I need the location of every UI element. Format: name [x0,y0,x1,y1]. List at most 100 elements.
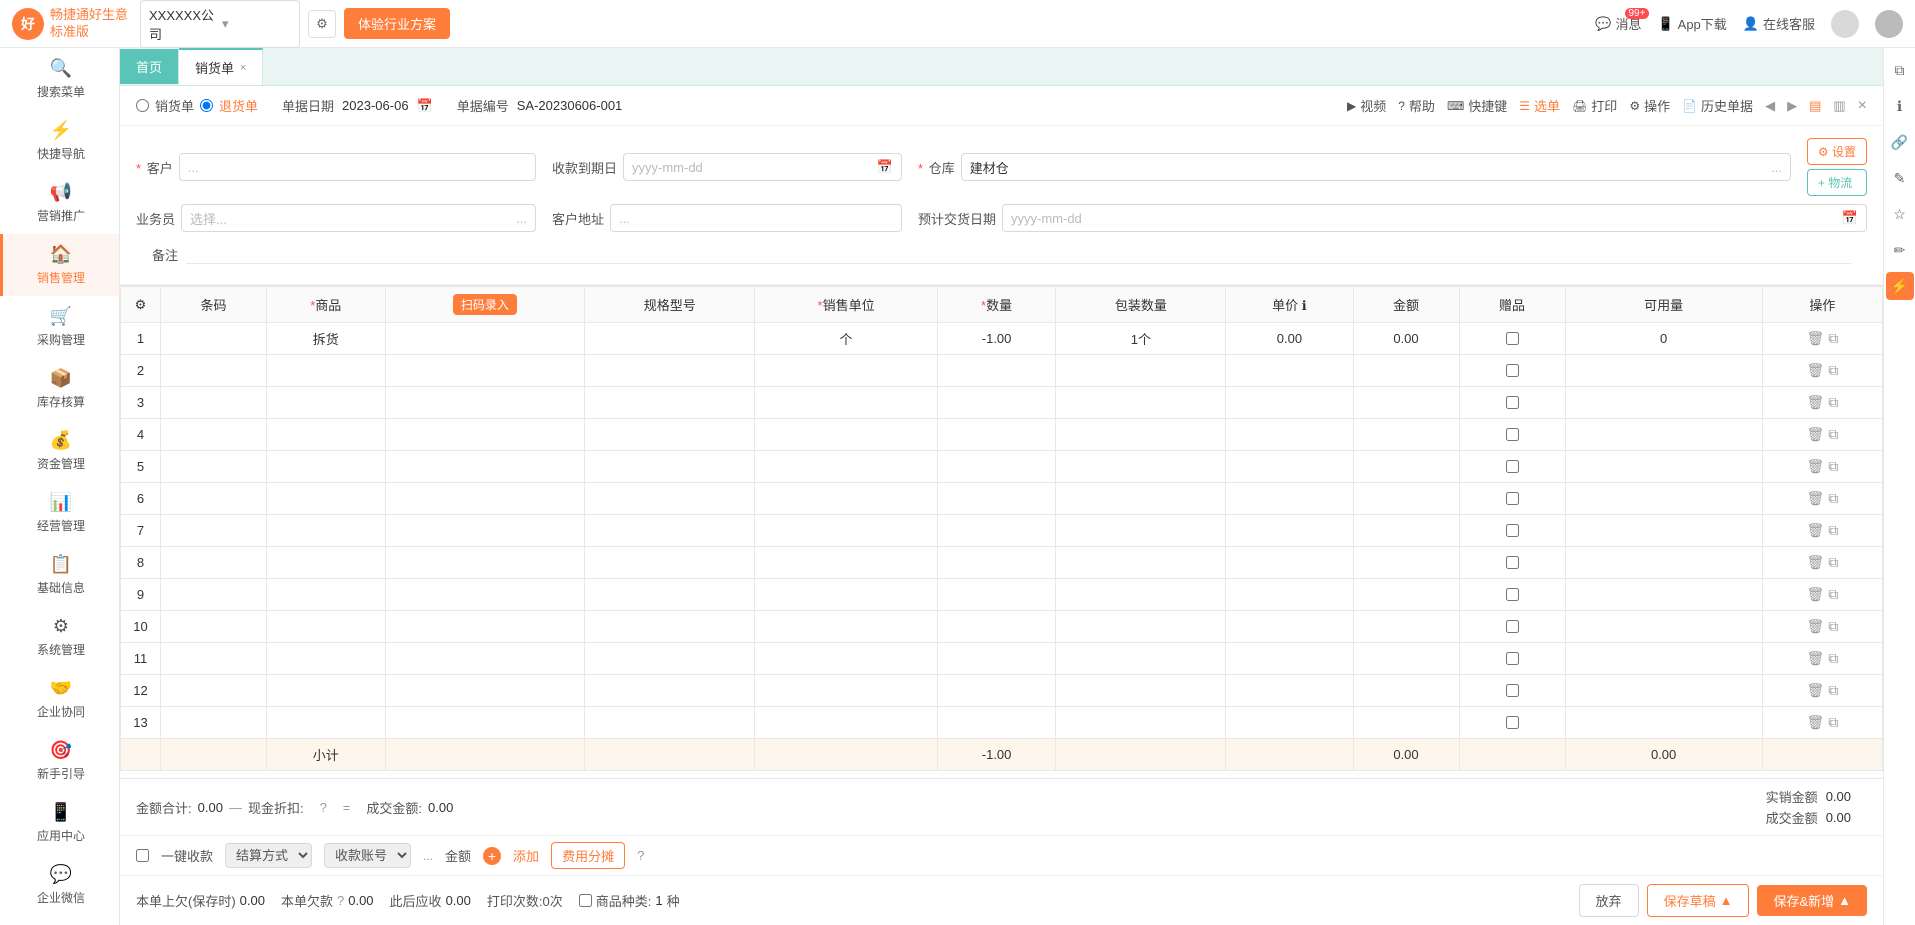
settings-button[interactable]: ⚙ [308,10,336,38]
copy-icon[interactable]: ⧉ [1828,394,1838,411]
delete-icon[interactable]: 🗑 [1806,714,1824,731]
delete-icon[interactable]: 🗑 [1806,426,1824,443]
right-active-icon[interactable]: ⚡ [1886,272,1914,300]
sidebar-item-basic[interactable]: 📋 基础信息 [0,544,119,606]
notification-button[interactable]: 💬 消息 99+ [1595,14,1641,33]
tab-close-icon[interactable]: × [240,62,246,74]
sidebar-item-operations[interactable]: 📊 经营管理 [0,482,119,544]
form-close-button[interactable]: × [1858,97,1867,115]
delete-icon[interactable]: 🗑 [1806,618,1824,635]
sidebar-item-quick-nav[interactable]: ⚡ 快捷导航 [0,110,119,172]
expense-button[interactable]: 费用分摊 [551,842,625,869]
copy-icon[interactable]: ⧉ [1828,682,1838,699]
select-btn[interactable]: ☰ 选单 [1519,96,1560,115]
warehouse-input[interactable]: 建材仓 ... [961,153,1791,181]
delete-icon[interactable]: 🗑 [1806,458,1824,475]
gift-checkbox-1[interactable] [1506,332,1519,345]
help-icon[interactable]: ? [320,800,327,815]
video-btn[interactable]: ▶ 视频 [1347,96,1386,115]
sidebar-item-system[interactable]: ⚙ 系统管理 [0,606,119,668]
online-support-button[interactable]: 👤 在线客服 [1743,14,1815,33]
sidebar-item-vip[interactable]: 🏅 畅会员 [0,916,119,925]
product-type-checkbox[interactable] [579,894,592,907]
copy-icon[interactable]: ⧉ [1828,714,1838,731]
pkg-qty-1[interactable]: 1个 [1056,323,1226,355]
price-1[interactable]: 0.00 [1226,323,1353,355]
copy-icon[interactable]: ⧉ [1828,362,1838,379]
delivery-date-input[interactable]: yyyy-mm-dd 📅 [1002,204,1867,232]
settlement-method-select[interactable]: 结算方式 [225,843,312,868]
delete-icon[interactable]: 🗑 [1806,362,1824,379]
save-draft-button[interactable]: 保存草稿 ▲ [1647,884,1750,917]
delete-icon[interactable]: 🗑 [1806,522,1824,539]
add-payment-button[interactable]: + [483,847,501,865]
copy-icon-1[interactable]: ⧉ [1828,330,1838,347]
save-new-button[interactable]: 保存&新增 ▲ [1757,885,1867,916]
delete-icon[interactable]: 🗑 [1806,394,1824,411]
logistics-button[interactable]: + 物流 [1807,169,1867,196]
spec-1[interactable] [585,323,755,355]
copy-icon[interactable]: ⧉ [1828,522,1838,539]
sidebar-item-enterprise[interactable]: 🤝 企业协同 [0,668,119,730]
barcode-1[interactable] [161,323,267,355]
right-edit-icon[interactable]: ✎ [1886,164,1914,192]
right-copy-icon[interactable]: ⧉ [1886,56,1914,84]
customer-input[interactable]: ... [179,153,536,181]
avatar[interactable] [1831,10,1859,38]
help-btn[interactable]: ? 帮助 [1398,96,1435,115]
sales-order-radio[interactable] [136,99,149,112]
copy-icon[interactable]: ⧉ [1828,554,1838,571]
grid-view-icon[interactable]: ▤ [1809,98,1821,114]
trial-button[interactable]: 体验行业方案 [344,8,450,39]
sidebar-item-finance[interactable]: 💰 资金管理 [0,420,119,482]
delete-icon[interactable]: 🗑 [1806,650,1824,667]
sidebar-item-inventory[interactable]: 📦 库存核算 [0,358,119,420]
delete-icon[interactable]: 🗑 [1806,682,1824,699]
list-view-icon[interactable]: ▥ [1833,98,1845,114]
tab-home[interactable]: 首页 [120,49,179,84]
discard-button[interactable]: 放弃 [1579,884,1639,917]
right-star-icon[interactable]: ☆ [1886,200,1914,228]
copy-icon[interactable]: ⧉ [1828,426,1838,443]
expense-help-icon[interactable]: ? [637,848,644,863]
delete-icon[interactable]: 🗑 [1806,586,1824,603]
th-settings[interactable]: ⚙ [121,287,161,323]
copy-icon[interactable]: ⧉ [1828,586,1838,603]
next-icon[interactable]: ▶ [1787,98,1797,114]
sidebar-item-purchase[interactable]: 🛒 采购管理 [0,296,119,358]
delete-icon[interactable]: 🗑 [1806,490,1824,507]
customer-address-input[interactable]: ... [610,204,902,232]
history-btn[interactable]: 📄 历史单据 [1682,96,1753,115]
help-icon2[interactable]: ? [337,893,344,908]
sidebar-item-search[interactable]: 🔍 搜索菜单 [0,48,119,110]
app-download-button[interactable]: 📱 App下载 [1657,14,1726,33]
return-order-radio[interactable] [200,99,213,112]
payment-due-input[interactable]: yyyy-mm-dd 📅 [623,153,902,181]
amount-1[interactable]: 0.00 [1353,323,1459,355]
sidebar-item-sales[interactable]: 🏠 销售管理 [0,234,119,296]
print-btn[interactable]: 🖨 打印 [1572,96,1617,115]
calendar-icon[interactable]: 📅 [417,98,433,114]
product-type-item[interactable]: 商品种类: 1 种 [579,891,680,910]
company-selector[interactable]: XXXXXX公司 ▾ [140,0,300,48]
delete-icon-1[interactable]: 🗑 [1806,330,1824,347]
remarks-input[interactable] [186,244,1851,264]
prev-icon[interactable]: ◀ [1765,98,1775,114]
tab-sales-order[interactable]: 销货单 × [179,48,263,85]
delete-icon[interactable]: 🗑 [1806,554,1824,571]
copy-icon[interactable]: ⧉ [1828,458,1838,475]
settings-button[interactable]: ⚙ 设置 [1807,138,1867,165]
product-1[interactable]: 拆货 [267,323,385,355]
gift-1[interactable] [1459,323,1565,355]
unit-1[interactable]: 个 [755,323,938,355]
sidebar-item-marketing[interactable]: 📢 营销推广 [0,172,119,234]
salesperson-input[interactable]: 选择... ... [181,204,536,232]
payment-checkbox[interactable] [136,849,149,862]
scan-button[interactable]: 扫码录入 [453,294,517,315]
account-select[interactable]: 收款账号 [324,843,411,868]
shortcuts-btn[interactable]: ⌨ 快捷键 [1447,96,1507,115]
right-pencil-icon[interactable]: ✏ [1886,236,1914,264]
sidebar-item-appstore[interactable]: 📱 应用中心 [0,792,119,854]
copy-icon[interactable]: ⧉ [1828,490,1838,507]
qty-1[interactable]: -1.00 [937,323,1055,355]
